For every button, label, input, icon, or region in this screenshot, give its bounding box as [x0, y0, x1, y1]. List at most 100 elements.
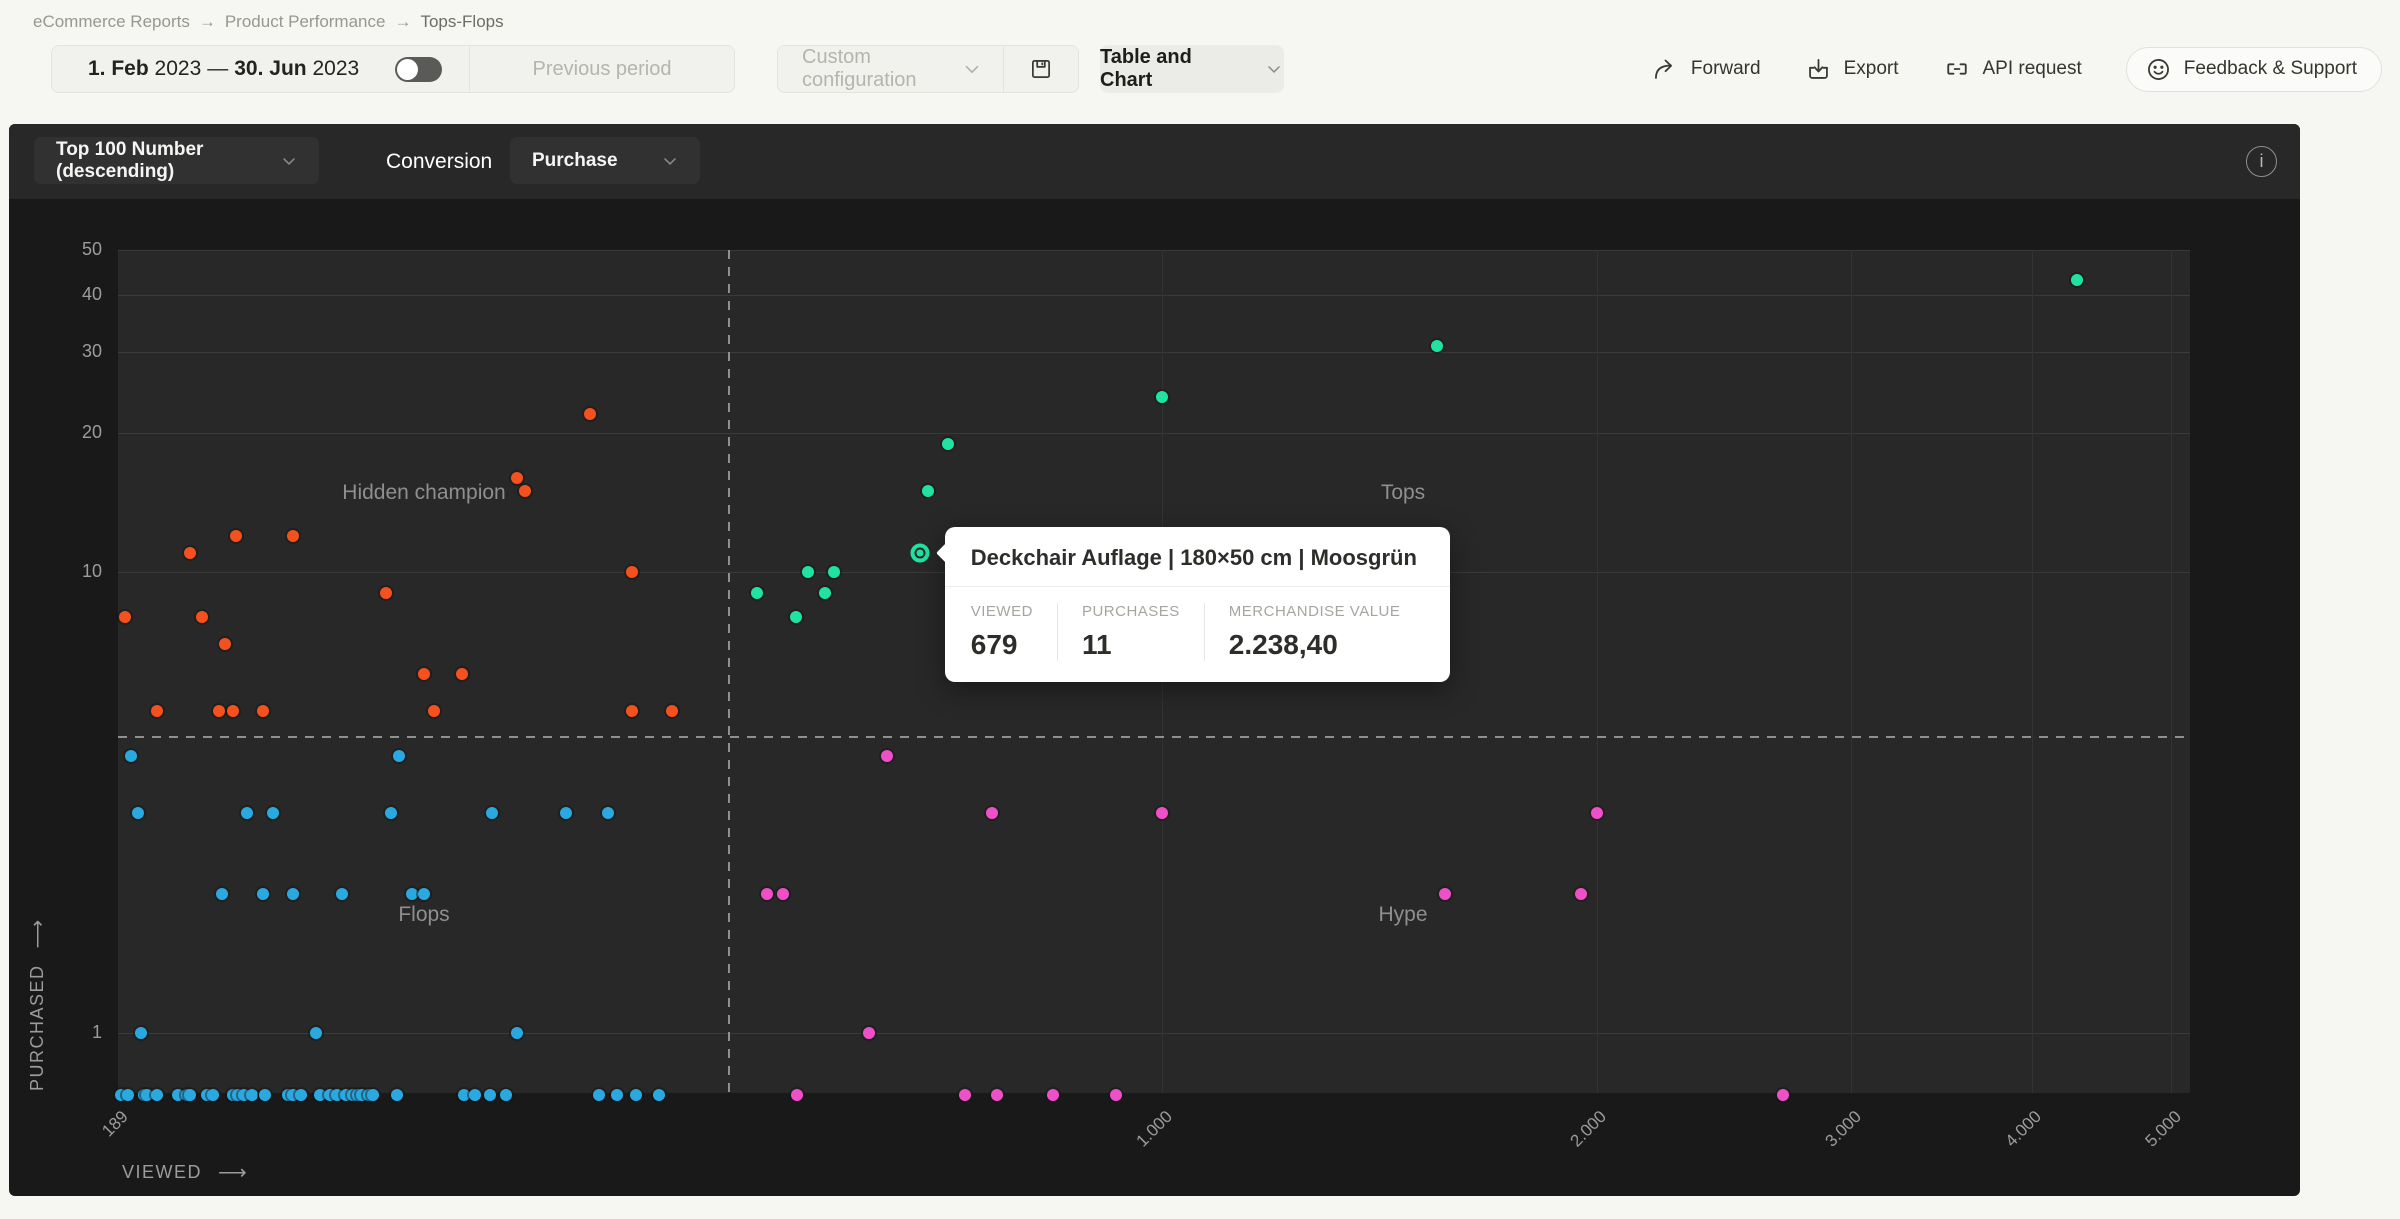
data-point-hidden-champion[interactable] [625, 704, 638, 717]
data-point-flops[interactable] [468, 1089, 481, 1101]
highlighted-point[interactable] [910, 543, 930, 563]
data-point-flops[interactable] [245, 1089, 258, 1101]
data-point-tops[interactable] [2070, 274, 2083, 287]
export-icon [1805, 56, 1832, 83]
breadcrumb-item[interactable]: Product Performance [225, 12, 386, 32]
data-point-flops[interactable] [602, 807, 615, 820]
feedback-support-button[interactable]: Feedback & Support [2125, 46, 2382, 92]
data-point-flops[interactable] [418, 888, 431, 901]
data-point-flops[interactable] [256, 888, 269, 901]
data-point-flops[interactable] [335, 888, 348, 901]
data-point-hype[interactable] [880, 749, 893, 762]
data-point-flops[interactable] [384, 807, 397, 820]
data-point-flops[interactable] [183, 1089, 196, 1101]
data-point-flops[interactable] [294, 1089, 307, 1101]
data-point-flops[interactable] [510, 1027, 523, 1039]
data-point-hidden-champion[interactable] [428, 704, 441, 717]
data-point-flops[interactable] [121, 1089, 134, 1101]
data-point-hidden-champion[interactable] [510, 472, 523, 485]
data-point-flops[interactable] [500, 1089, 513, 1101]
data-point-flops[interactable] [611, 1089, 624, 1101]
data-point-flops[interactable] [483, 1089, 496, 1101]
data-point-hype[interactable] [1109, 1089, 1122, 1101]
data-point-hidden-champion[interactable] [118, 610, 131, 623]
view-mode-select[interactable]: Table and Chart [1100, 45, 1284, 93]
data-point-flops[interactable] [131, 807, 144, 820]
data-point-hidden-champion[interactable] [212, 704, 225, 717]
data-point-flops[interactable] [287, 888, 300, 901]
data-point-hype[interactable] [1591, 807, 1604, 820]
data-point-hidden-champion[interactable] [256, 704, 269, 717]
data-point-hype[interactable] [862, 1027, 875, 1039]
data-point-flops[interactable] [207, 1089, 220, 1101]
data-point-hidden-champion[interactable] [183, 547, 196, 560]
data-point-hype[interactable] [1776, 1089, 1789, 1101]
data-point-tops[interactable] [801, 566, 814, 579]
custom-configuration-select[interactable]: Custom configuration [778, 46, 1003, 92]
previous-period-toggle[interactable] [395, 56, 443, 82]
data-point-tops[interactable] [751, 587, 764, 600]
data-point-hidden-champion[interactable] [583, 408, 596, 421]
data-point-hype[interactable] [990, 1089, 1003, 1101]
data-point-flops[interactable] [393, 749, 406, 762]
data-point-hype[interactable] [986, 807, 999, 820]
data-point-tops[interactable] [1431, 339, 1444, 352]
data-point-hype[interactable] [959, 1089, 972, 1101]
api-request-button[interactable]: API request [1943, 55, 2082, 83]
forward-button[interactable]: Forward [1652, 56, 1761, 83]
data-point-hidden-champion[interactable] [625, 566, 638, 579]
data-point-hype[interactable] [1439, 888, 1452, 901]
data-point-flops[interactable] [485, 807, 498, 820]
data-point-flops[interactable] [259, 1089, 272, 1101]
data-point-flops[interactable] [367, 1089, 380, 1101]
data-point-flops[interactable] [391, 1089, 404, 1101]
data-point-hype[interactable] [1156, 807, 1169, 820]
data-point-flops[interactable] [559, 807, 572, 820]
data-point-hidden-champion[interactable] [665, 704, 678, 717]
data-point-hype[interactable] [760, 888, 773, 901]
data-point-flops[interactable] [630, 1089, 643, 1101]
breadcrumb-item[interactable]: eCommerce Reports [33, 12, 190, 32]
up-arrow-icon: ⟶ [27, 919, 49, 949]
data-point-hidden-champion[interactable] [287, 529, 300, 542]
data-point-hidden-champion[interactable] [418, 668, 431, 681]
data-point-tops[interactable] [789, 610, 802, 623]
info-icon[interactable]: i [2246, 146, 2277, 177]
save-configuration-button[interactable] [1004, 46, 1078, 92]
data-point-flops[interactable] [592, 1089, 605, 1101]
data-point-flops[interactable] [266, 807, 279, 820]
data-point-flops[interactable] [125, 749, 138, 762]
data-point-flops[interactable] [405, 888, 418, 901]
data-point-flops[interactable] [134, 1027, 147, 1039]
data-point-flops[interactable] [150, 1089, 163, 1101]
data-point-hype[interactable] [1575, 888, 1588, 901]
data-point-tops[interactable] [922, 484, 935, 497]
y-tick-label: 40 [81, 283, 102, 304]
data-point-hidden-champion[interactable] [150, 704, 163, 717]
data-point-hidden-champion[interactable] [229, 529, 242, 542]
x-gridline [2171, 250, 2173, 1093]
data-point-flops[interactable] [240, 807, 253, 820]
data-point-tops[interactable] [941, 437, 954, 450]
data-point-hidden-champion[interactable] [519, 484, 532, 497]
data-point-hidden-champion[interactable] [195, 610, 208, 623]
date-range-value[interactable]: 1. Feb 2023—30. Jun 2023 [88, 57, 359, 81]
data-point-hidden-champion[interactable] [455, 668, 468, 681]
data-point-hype[interactable] [790, 1089, 803, 1101]
data-point-flops[interactable] [309, 1027, 322, 1039]
top-filter-select[interactable]: Top 100 Number (descending) [34, 137, 319, 184]
conversion-select[interactable]: Purchase [510, 137, 700, 184]
data-point-hype[interactable] [777, 888, 790, 901]
quadrant-label-bottom-left: Flops [398, 903, 450, 926]
data-point-tops[interactable] [1156, 390, 1169, 403]
data-point-hidden-champion[interactable] [380, 587, 393, 600]
data-point-hype[interactable] [1047, 1089, 1060, 1101]
data-point-flops[interactable] [653, 1089, 666, 1101]
data-point-hidden-champion[interactable] [226, 704, 239, 717]
data-point-tops[interactable] [819, 587, 832, 600]
data-point-tops[interactable] [827, 566, 840, 579]
data-point-flops[interactable] [457, 1089, 470, 1101]
data-point-flops[interactable] [215, 888, 228, 901]
data-point-hidden-champion[interactable] [218, 637, 231, 650]
export-button[interactable]: Export [1805, 56, 1899, 83]
